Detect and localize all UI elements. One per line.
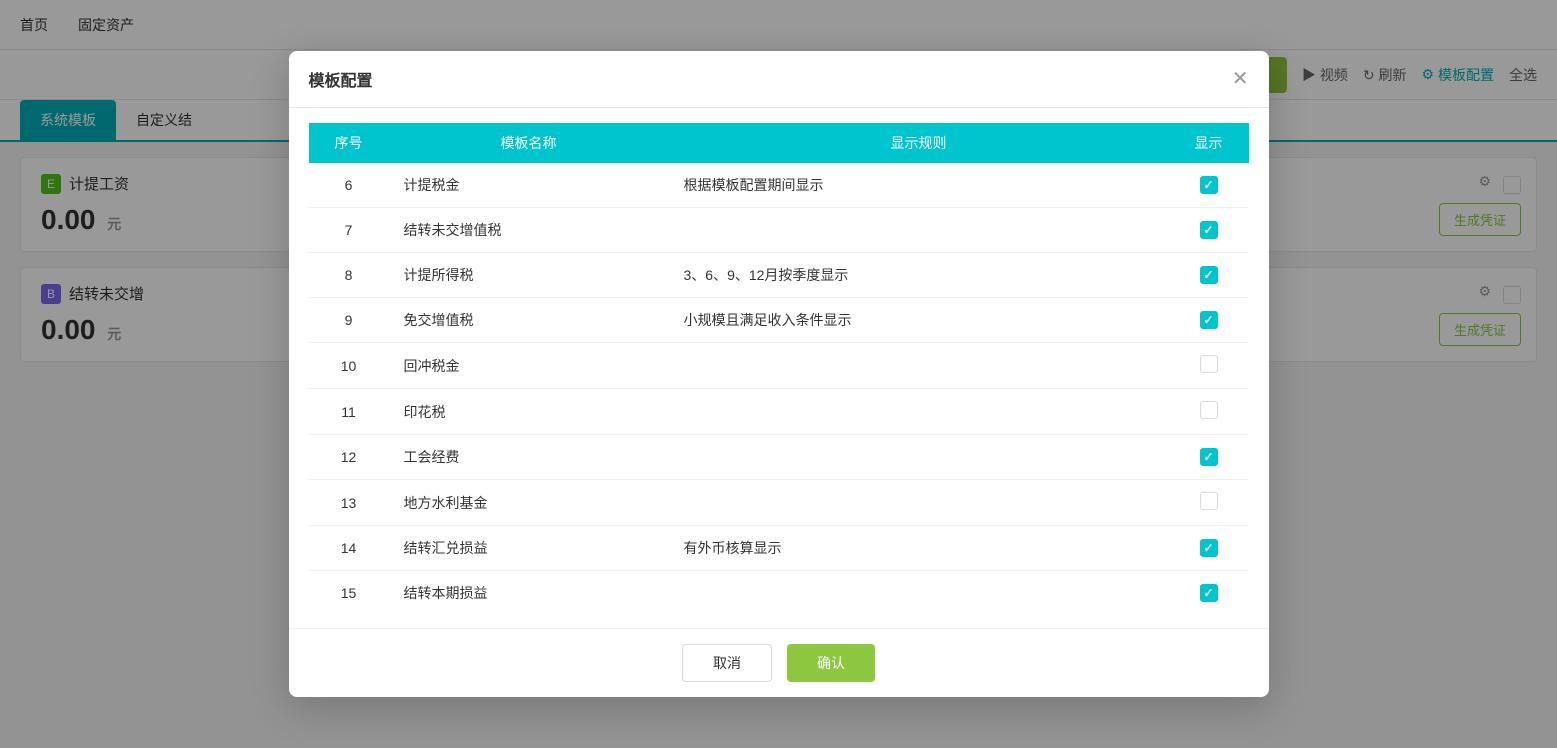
row-name: 免交增值税 — [389, 298, 669, 343]
row-rule — [669, 435, 1169, 480]
checkbox-7[interactable] — [1200, 221, 1218, 239]
row-rule: 有外币核算显示 — [669, 526, 1169, 571]
table-header-row: 序号 模板名称 显示规则 显示 — [309, 123, 1249, 163]
confirm-button[interactable]: 确认 — [787, 644, 875, 682]
modal-close-button[interactable]: ✕ — [1232, 69, 1249, 89]
modal-overlay: 模板配置 ✕ 序号 模板名称 显示规则 显示 6 — [0, 0, 1557, 748]
row-name: 计提税金 — [389, 163, 669, 208]
row-check[interactable] — [1169, 343, 1249, 389]
checkbox-14[interactable] — [1200, 539, 1218, 557]
row-rule: 根据模板配置期间显示 — [669, 163, 1169, 208]
checkbox-12[interactable] — [1200, 448, 1218, 466]
modal-footer: 取消 确认 — [289, 628, 1269, 697]
table-row: 15结转本期损益 — [309, 571, 1249, 614]
checkbox-6[interactable] — [1200, 176, 1218, 194]
row-name: 结转汇兑损益 — [389, 526, 669, 571]
row-name: 回冲税金 — [389, 343, 669, 389]
row-rule: 小规模且满足收入条件显示 — [669, 298, 1169, 343]
checkbox-8[interactable] — [1200, 266, 1218, 284]
row-check[interactable] — [1169, 298, 1249, 343]
table-wrapper[interactable]: 序号 模板名称 显示规则 显示 6计提税金根据模板配置期间显示7结转未交增值税8… — [309, 123, 1249, 613]
checkbox-11[interactable] — [1200, 401, 1218, 419]
checkbox-13[interactable] — [1200, 492, 1218, 510]
table-row: 6计提税金根据模板配置期间显示 — [309, 163, 1249, 208]
row-id: 12 — [309, 435, 389, 480]
row-rule — [669, 389, 1169, 435]
row-id: 6 — [309, 163, 389, 208]
config-table: 序号 模板名称 显示规则 显示 6计提税金根据模板配置期间显示7结转未交增值税8… — [309, 123, 1249, 613]
row-check[interactable] — [1169, 435, 1249, 480]
row-rule — [669, 343, 1169, 389]
table-body: 6计提税金根据模板配置期间显示7结转未交增值税8计提所得税3、6、9、12月按季… — [309, 163, 1249, 613]
modal-title: 模板配置 — [309, 67, 373, 91]
table-row: 9免交增值税小规模且满足收入条件显示 — [309, 298, 1249, 343]
row-name: 印花税 — [389, 389, 669, 435]
row-name: 地方水利基金 — [389, 480, 669, 526]
row-name: 结转本期损益 — [389, 571, 669, 614]
row-id: 13 — [309, 480, 389, 526]
col-header-id: 序号 — [309, 123, 389, 163]
col-header-display: 显示 — [1169, 123, 1249, 163]
row-check[interactable] — [1169, 526, 1249, 571]
row-rule — [669, 571, 1169, 614]
row-id: 7 — [309, 208, 389, 253]
table-row: 12工会经费 — [309, 435, 1249, 480]
row-check[interactable] — [1169, 253, 1249, 298]
row-check[interactable] — [1169, 208, 1249, 253]
modal-header: 模板配置 ✕ — [289, 51, 1269, 108]
row-check[interactable] — [1169, 480, 1249, 526]
row-rule — [669, 208, 1169, 253]
table-row: 10回冲税金 — [309, 343, 1249, 389]
row-id: 8 — [309, 253, 389, 298]
row-name: 计提所得税 — [389, 253, 669, 298]
checkbox-10[interactable] — [1200, 355, 1218, 373]
template-config-modal: 模板配置 ✕ 序号 模板名称 显示规则 显示 6 — [289, 51, 1269, 697]
table-row: 8计提所得税3、6、9、12月按季度显示 — [309, 253, 1249, 298]
row-id: 9 — [309, 298, 389, 343]
row-check[interactable] — [1169, 389, 1249, 435]
row-check[interactable] — [1169, 163, 1249, 208]
row-id: 11 — [309, 389, 389, 435]
checkbox-15[interactable] — [1200, 584, 1218, 602]
row-name: 结转未交增值税 — [389, 208, 669, 253]
table-row: 14结转汇兑损益有外币核算显示 — [309, 526, 1249, 571]
row-name: 工会经费 — [389, 435, 669, 480]
checkbox-9[interactable] — [1200, 311, 1218, 329]
table-row: 13地方水利基金 — [309, 480, 1249, 526]
col-header-name: 模板名称 — [389, 123, 669, 163]
table-row: 7结转未交增值税 — [309, 208, 1249, 253]
row-id: 10 — [309, 343, 389, 389]
row-rule: 3、6、9、12月按季度显示 — [669, 253, 1169, 298]
col-header-rule: 显示规则 — [669, 123, 1169, 163]
row-id: 15 — [309, 571, 389, 614]
row-rule — [669, 480, 1169, 526]
row-id: 14 — [309, 526, 389, 571]
table-row: 11印花税 — [309, 389, 1249, 435]
cancel-button[interactable]: 取消 — [682, 644, 772, 682]
modal-body: 序号 模板名称 显示规则 显示 6计提税金根据模板配置期间显示7结转未交增值税8… — [289, 108, 1269, 628]
row-check[interactable] — [1169, 571, 1249, 614]
